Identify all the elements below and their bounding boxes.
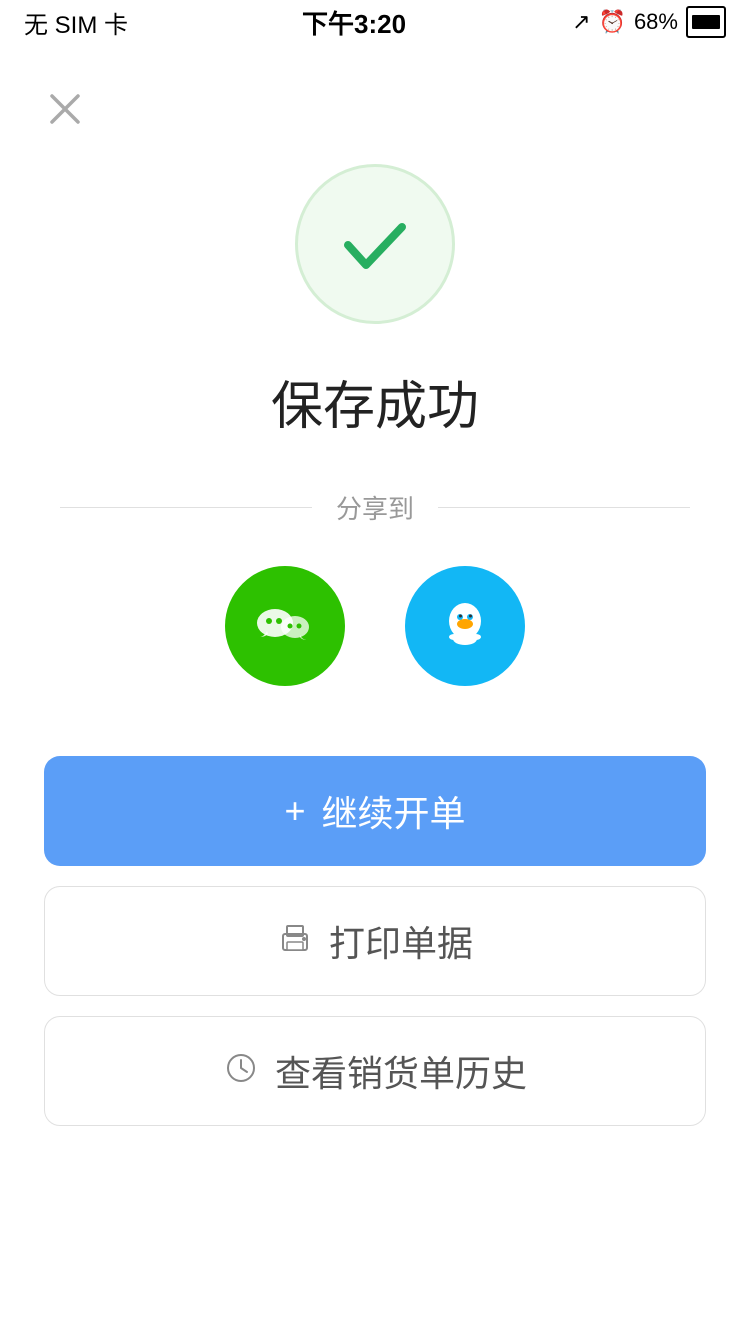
alarm-icon: ⏰ <box>599 9 626 35</box>
qq-icon <box>430 591 500 661</box>
status-time: 下午3:20 <box>302 4 406 41</box>
print-label: 打印单据 <box>329 915 473 967</box>
status-right: ↗ ⏰ 68% <box>572 6 726 38</box>
wechat-icon <box>250 591 320 661</box>
share-label: 分享到 <box>312 489 438 526</box>
sim-label: 无 SIM 卡 <box>24 5 128 40</box>
print-icon <box>277 920 313 962</box>
share-qq-button[interactable] <box>405 566 525 686</box>
print-button[interactable]: 打印单据 <box>44 886 706 996</box>
continue-button[interactable]: + 继续开单 <box>44 756 706 866</box>
status-bar: 无 SIM 卡 下午3:20 ↗ ⏰ 68% <box>0 0 750 44</box>
close-button[interactable] <box>40 84 90 134</box>
battery-label: 68% <box>634 9 678 35</box>
continue-label: 继续开单 <box>322 785 466 837</box>
history-button[interactable]: 查看销货单历史 <box>44 1016 706 1126</box>
divider-line-left <box>60 507 312 508</box>
history-icon <box>223 1050 259 1092</box>
status-left: 无 SIM 卡 <box>24 5 136 40</box>
history-label: 查看销货单历史 <box>275 1045 527 1097</box>
success-icon-circle <box>295 164 455 324</box>
divider-line-right <box>438 507 690 508</box>
share-icons-row <box>225 566 525 686</box>
checkmark-icon <box>330 199 420 289</box>
success-title: 保存成功 <box>271 364 479 439</box>
location-icon: ↗ <box>572 9 590 35</box>
share-divider: 分享到 <box>0 489 750 526</box>
share-wechat-button[interactable] <box>225 566 345 686</box>
main-content: 保存成功 分享到 <box>0 44 750 1126</box>
close-button-row <box>0 64 750 154</box>
battery-icon <box>686 6 726 38</box>
action-buttons: + 继续开单 打印单据 查看销货单历史 <box>0 756 750 1126</box>
plus-icon: + <box>284 793 305 829</box>
